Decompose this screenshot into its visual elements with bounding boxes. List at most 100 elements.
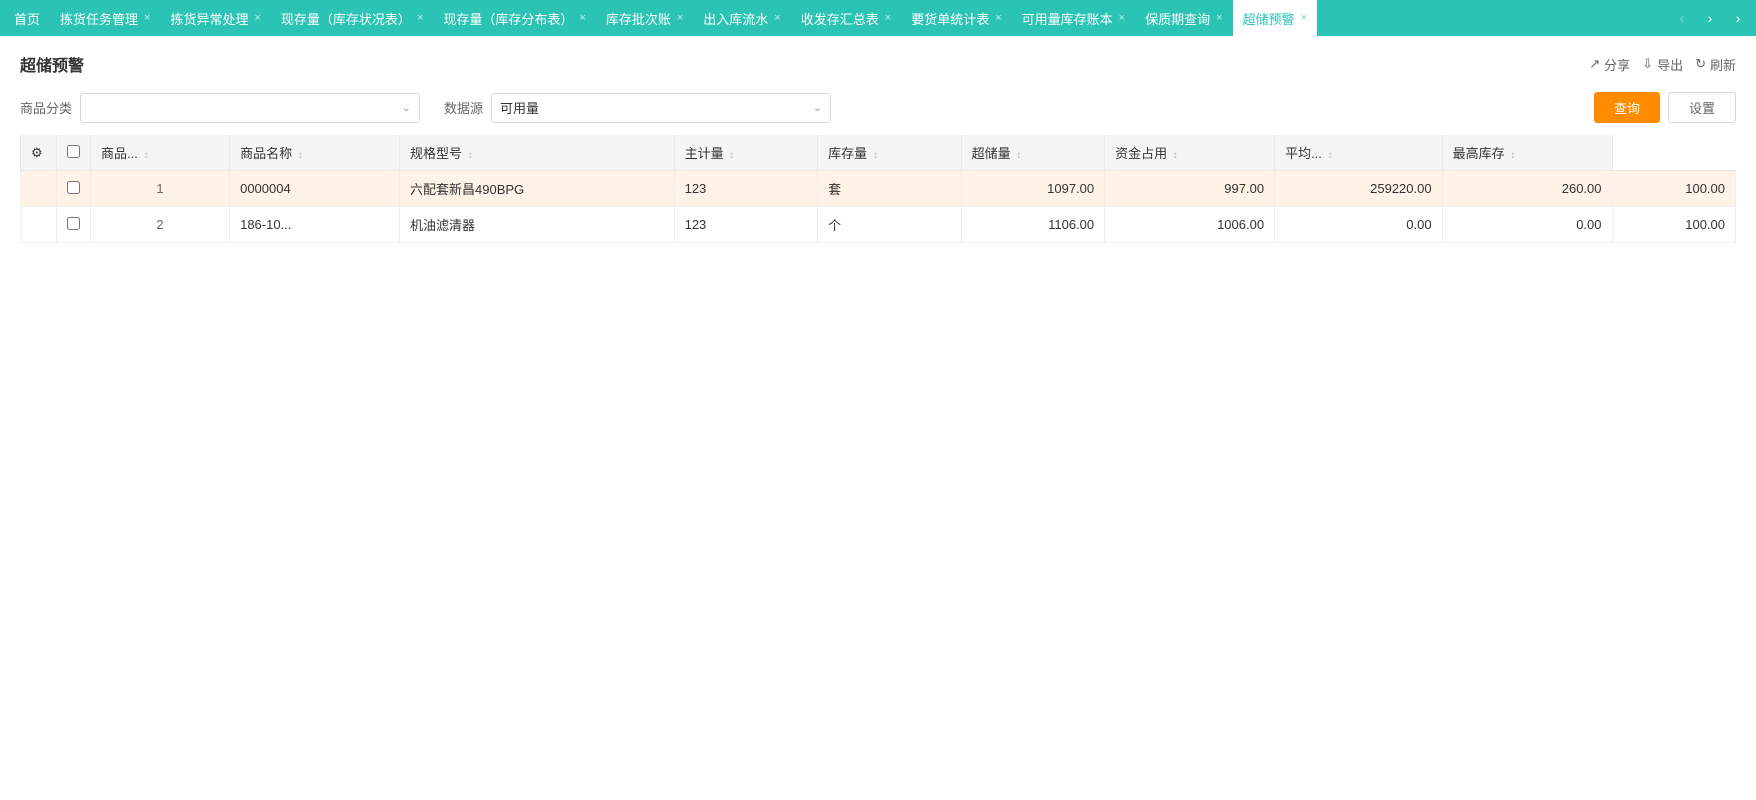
nav-inventory-status[interactable]: 现存量（库存状况表） ×: [271, 0, 433, 36]
page-actions: ↗ 分享 ⇩ 导出 ↻ 刷新: [1589, 55, 1736, 74]
nav-inventory-dist-close[interactable]: ×: [579, 12, 585, 24]
nav-summary-label: 收发存汇总表: [801, 9, 879, 28]
nav-pick-exception-close[interactable]: ×: [254, 12, 260, 24]
th-overstock[interactable]: 超储量 ↕: [961, 135, 1105, 171]
nav-home[interactable]: 首页: [4, 0, 50, 36]
nav-overstock-warning-close[interactable]: ×: [1301, 12, 1307, 24]
row-product-name: 六配套新昌490BPG: [400, 171, 675, 207]
row-settings-cell: [21, 171, 57, 207]
share-button[interactable]: ↗ 分享: [1589, 55, 1630, 74]
nav-overstock-warning[interactable]: 超储预警 ×: [1233, 0, 1317, 36]
refresh-button[interactable]: ↻ 刷新: [1695, 55, 1736, 74]
nav-inout-flow-label: 出入库流水: [703, 9, 768, 28]
nav-shelf-life[interactable]: 保质期查询 ×: [1135, 0, 1232, 36]
nav-pick-exception[interactable]: 拣货异常处理 ×: [160, 0, 270, 36]
nav-pick-task-close[interactable]: ×: [144, 12, 150, 24]
th-settings[interactable]: ⚙: [21, 135, 57, 171]
row-product-code: 0000004: [230, 171, 400, 207]
page-content: 超储预警 ↗ 分享 ⇩ 导出 ↻ 刷新 商品分类 ⌄ 数据源: [0, 36, 1756, 800]
row-capital: 259220.00: [1275, 171, 1443, 207]
nav-home-label: 首页: [14, 9, 40, 28]
row-checkbox[interactable]: [67, 217, 80, 230]
row-num: 2: [91, 207, 230, 243]
nav-arrows: ‹ › ›: [1668, 0, 1752, 36]
sort-overstock-icon: ↕: [1016, 150, 1021, 161]
data-source-select[interactable]: 可用量 ⌄: [491, 93, 831, 123]
row-checkbox[interactable]: [67, 181, 80, 194]
sort-product-code-icon: ↕: [143, 150, 148, 161]
filter-actions: 查询 设置: [1594, 92, 1736, 123]
row-unit: 个: [818, 207, 962, 243]
nav-inventory-dist[interactable]: 现存量（库存分布表） ×: [433, 0, 595, 36]
table-header-row: ⚙ 商品... ↕ 商品名称 ↕ 规格型号 ↕ 主计量: [21, 135, 1736, 171]
nav-order-stat[interactable]: 要货单统计表 ×: [901, 0, 1011, 36]
nav-inventory-status-close[interactable]: ×: [417, 12, 423, 24]
nav-shelf-life-close[interactable]: ×: [1216, 12, 1222, 24]
th-product-code[interactable]: 商品... ↕: [91, 135, 230, 171]
nav-more-button[interactable]: ›: [1724, 0, 1752, 36]
row-checkbox-cell[interactable]: [57, 207, 91, 243]
data-source-chevron-icon: ⌄: [813, 101, 822, 114]
select-all-checkbox[interactable]: [67, 145, 80, 158]
table-row: 2 186-10... 机油滤清器 123 个 1106.00 1006.00 …: [21, 207, 1736, 243]
sort-spec-icon: ↕: [468, 150, 473, 161]
th-capital[interactable]: 资金占用 ↕: [1105, 135, 1275, 171]
top-nav: 首页 拣货任务管理 × 拣货异常处理 × 现存量（库存状况表） × 现存量（库存…: [0, 0, 1756, 36]
row-unit: 套: [818, 171, 962, 207]
product-category-select[interactable]: ⌄: [80, 93, 420, 123]
row-spec: 123: [674, 171, 818, 207]
nav-inventory-status-label: 现存量（库存状况表）: [281, 9, 411, 28]
nav-summary-close[interactable]: ×: [885, 12, 891, 24]
product-category-chevron-icon: ⌄: [402, 101, 411, 114]
data-source-value: 可用量: [500, 98, 539, 117]
export-icon: ⇩: [1642, 56, 1653, 72]
nav-order-stat-close[interactable]: ×: [995, 12, 1001, 24]
nav-pick-exception-label: 拣货异常处理: [170, 9, 248, 28]
nav-inout-flow-close[interactable]: ×: [774, 12, 780, 24]
nav-prev-button[interactable]: ‹: [1668, 0, 1696, 36]
row-stock: 1097.00: [961, 171, 1105, 207]
query-button[interactable]: 查询: [1594, 92, 1660, 123]
data-source-filter: 数据源 可用量 ⌄: [444, 93, 831, 123]
row-checkbox-cell[interactable]: [57, 171, 91, 207]
nav-available-book[interactable]: 可用量库存账本 ×: [1012, 0, 1135, 36]
row-num: 1: [91, 171, 230, 207]
row-spec: 123: [674, 207, 818, 243]
nav-inout-flow[interactable]: 出入库流水 ×: [693, 0, 790, 36]
refresh-icon: ↻: [1695, 56, 1706, 72]
nav-overstock-warning-label: 超储预警: [1243, 9, 1295, 28]
row-max-stock: 100.00: [1612, 171, 1736, 207]
sort-avg-icon: ↕: [1328, 150, 1333, 161]
nav-batch-account[interactable]: 库存批次账 ×: [596, 0, 693, 36]
export-label: 导出: [1657, 55, 1683, 74]
th-checkbox[interactable]: [57, 135, 91, 171]
page-header: 超储预警 ↗ 分享 ⇩ 导出 ↻ 刷新: [20, 52, 1736, 76]
th-product-name[interactable]: 商品名称 ↕: [230, 135, 400, 171]
filter-row: 商品分类 ⌄ 数据源 可用量 ⌄ 查询 设置: [20, 92, 1736, 123]
settings-button[interactable]: 设置: [1668, 92, 1736, 123]
th-max-stock[interactable]: 最高库存 ↕: [1442, 135, 1612, 171]
nav-summary[interactable]: 收发存汇总表 ×: [791, 0, 901, 36]
row-avg: 0.00: [1442, 207, 1612, 243]
nav-shelf-life-label: 保质期查询: [1145, 9, 1210, 28]
nav-available-book-close[interactable]: ×: [1119, 12, 1125, 24]
th-stock[interactable]: 库存量 ↕: [818, 135, 962, 171]
row-stock: 1106.00: [961, 207, 1105, 243]
th-unit[interactable]: 主计量 ↕: [674, 135, 818, 171]
row-overstock: 997.00: [1105, 171, 1275, 207]
row-product-code: 186-10...: [230, 207, 400, 243]
th-avg[interactable]: 平均... ↕: [1275, 135, 1443, 171]
nav-pick-task-label: 拣货任务管理: [60, 9, 138, 28]
nav-pick-task[interactable]: 拣货任务管理 ×: [50, 0, 160, 36]
nav-batch-account-label: 库存批次账: [606, 9, 671, 28]
nav-batch-account-close[interactable]: ×: [677, 12, 683, 24]
share-icon: ↗: [1589, 56, 1600, 72]
sort-stock-icon: ↕: [873, 150, 878, 161]
nav-available-book-label: 可用量库存账本: [1022, 9, 1113, 28]
sort-unit-icon: ↕: [729, 150, 734, 161]
nav-next-button[interactable]: ›: [1696, 0, 1724, 36]
th-spec[interactable]: 规格型号 ↕: [400, 135, 675, 171]
row-settings-cell: [21, 207, 57, 243]
share-label: 分享: [1604, 55, 1630, 74]
export-button[interactable]: ⇩ 导出: [1642, 55, 1683, 74]
